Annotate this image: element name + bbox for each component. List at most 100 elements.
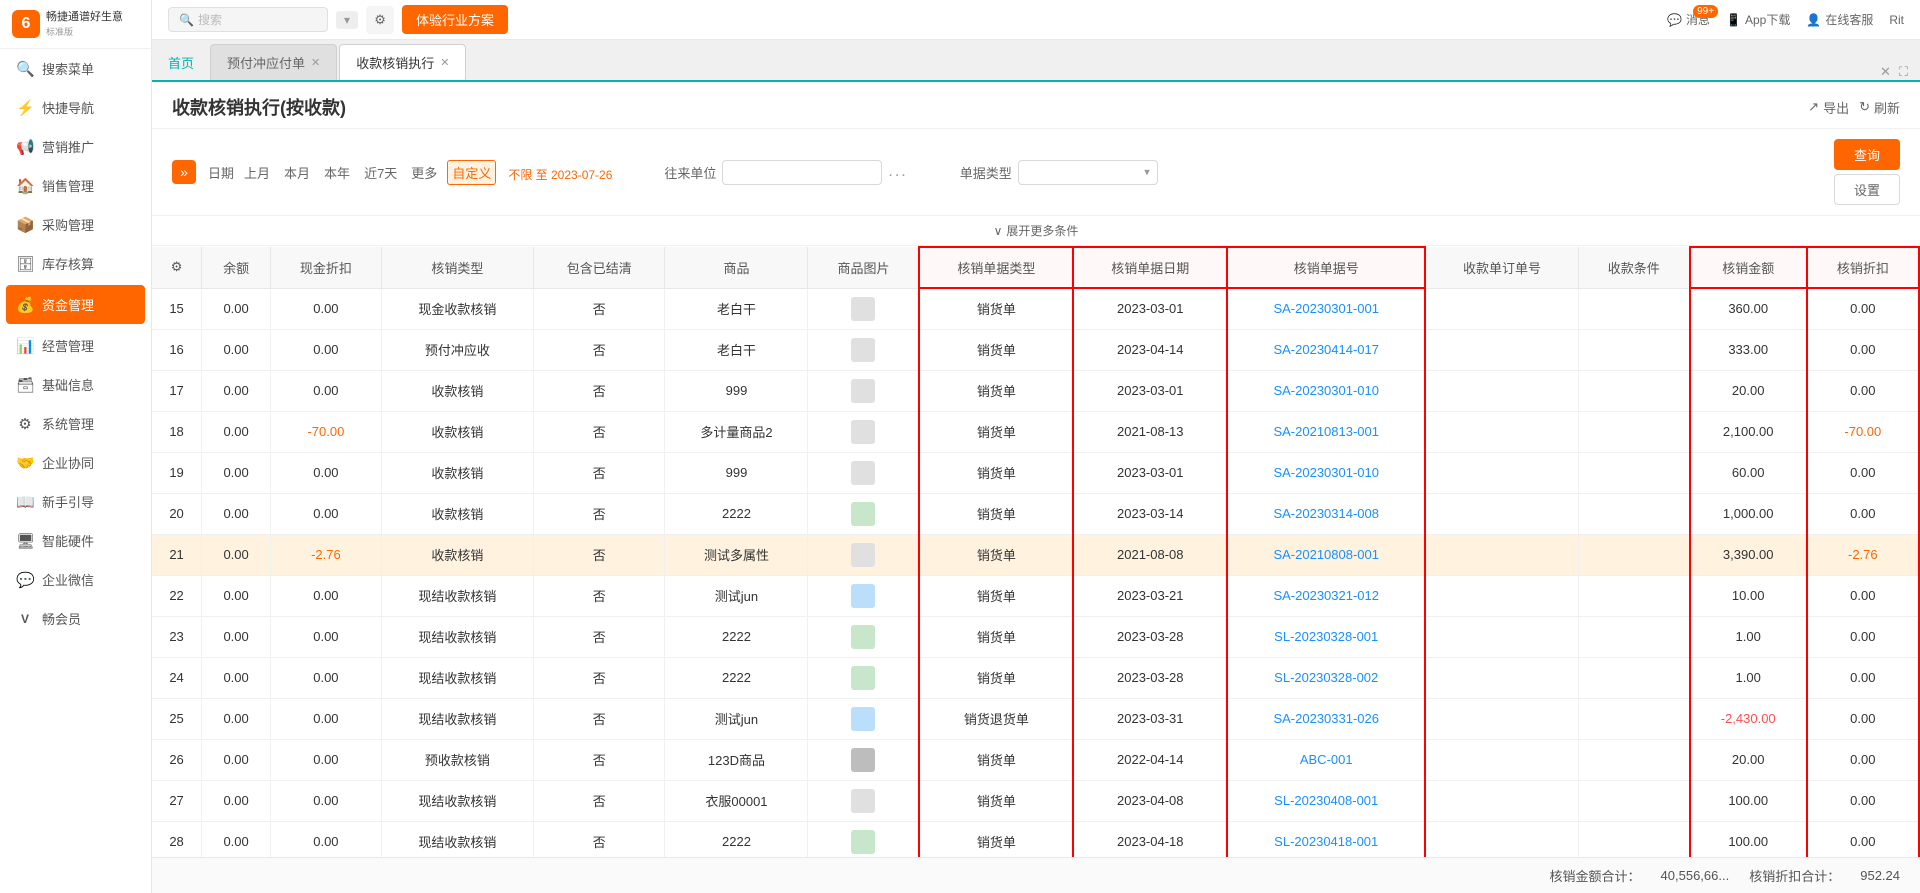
row-write-off-doc-no[interactable]: SL-20230418-001: [1227, 821, 1425, 857]
row-id: 17: [152, 370, 202, 411]
sidebar-item-label: 营销推广: [42, 137, 94, 156]
date-custom[interactable]: 自定义: [447, 160, 496, 185]
row-receipt-order-no: [1425, 575, 1578, 616]
query-button[interactable]: 查询: [1834, 139, 1900, 170]
tab-prepaid-close-icon[interactable]: ✕: [311, 56, 320, 69]
row-write-off-type: 现结收款核销: [381, 657, 533, 698]
row-product-image: [808, 411, 919, 452]
row-write-off-type: 收款核销: [381, 370, 533, 411]
export-button[interactable]: ↗ 导出: [1808, 98, 1849, 117]
sidebar-item-member[interactable]: V 畅会员: [0, 599, 151, 638]
row-balance: 0.00: [202, 452, 271, 493]
row-write-off-doc-no[interactable]: SL-20230328-002: [1227, 657, 1425, 698]
sidebar-item-marketing[interactable]: 📢 营销推广: [0, 127, 151, 166]
row-write-off-doc-no[interactable]: SA-20210808-001: [1227, 534, 1425, 575]
sidebar-item-quicknav[interactable]: ⚡ 快捷导航: [0, 88, 151, 127]
quicknav-icon: ⚡: [16, 99, 34, 117]
sidebar-item-guide[interactable]: 📖 新手引导: [0, 482, 151, 521]
row-write-off-doc-no[interactable]: SA-20230301-001: [1227, 288, 1425, 329]
topbar-dropdown[interactable]: ▾: [336, 11, 358, 29]
app-download-button[interactable]: 📱 App下载: [1726, 11, 1790, 28]
row-receipt-order-no: [1425, 493, 1578, 534]
row-write-off-doc-no[interactable]: SL-20230408-001: [1227, 780, 1425, 821]
row-receipt-condition: [1578, 821, 1689, 857]
row-write-off-type: 现金收款核销: [381, 288, 533, 329]
row-include-settled: 否: [534, 534, 665, 575]
row-write-off-discount: -70.00: [1807, 411, 1919, 452]
service-icon: 👤: [1806, 13, 1821, 27]
row-receipt-order-no: [1425, 616, 1578, 657]
row-cash-discount: 0.00: [271, 575, 382, 616]
date-filter-label: 日期: [208, 163, 234, 182]
sidebar-item-hardware[interactable]: 🖥 智能硬件: [0, 521, 151, 560]
user-name[interactable]: Rit: [1889, 13, 1904, 27]
date-this-month[interactable]: 本月: [280, 161, 314, 184]
tab-prepaid[interactable]: 预付冲应付单 ✕: [210, 44, 337, 80]
row-balance: 0.00: [202, 534, 271, 575]
row-balance: 0.00: [202, 575, 271, 616]
date-7days[interactable]: 近7天: [360, 161, 401, 184]
topbar-gear-icon[interactable]: ⚙: [366, 6, 394, 34]
bizmgr-icon: 📊: [16, 337, 34, 355]
tab-collection[interactable]: 收款核销执行 ✕: [339, 44, 466, 80]
date-this-year[interactable]: 本年: [320, 161, 354, 184]
partner-input[interactable]: [722, 160, 882, 185]
maximize-window-icon[interactable]: ⛶: [1899, 64, 1908, 80]
logo-name: 畅捷通谱好生意: [46, 10, 123, 24]
row-write-off-type: 现结收款核销: [381, 780, 533, 821]
window-controls: ✕ ⛶: [1868, 64, 1920, 80]
industry-solution-button[interactable]: 体验行业方案: [402, 5, 508, 34]
tab-home[interactable]: 首页: [152, 45, 210, 80]
row-write-off-doc-no[interactable]: SA-20230314-008: [1227, 493, 1425, 534]
sidebar-item-system[interactable]: ⚙ 系统管理: [0, 404, 151, 443]
row-receipt-condition: [1578, 288, 1689, 329]
sidebar-item-wechat[interactable]: 💬 企业微信: [0, 560, 151, 599]
row-write-off-doc-no[interactable]: SA-20230321-012: [1227, 575, 1425, 616]
filter-expand-button[interactable]: »: [172, 160, 196, 184]
row-write-off-doc-no[interactable]: ABC-001: [1227, 739, 1425, 780]
sidebar-item-enterprise[interactable]: 🤝 企业协同: [0, 443, 151, 482]
sidebar-item-purchase[interactable]: 📦 采购管理: [0, 205, 151, 244]
date-last-month[interactable]: 上月: [240, 161, 274, 184]
main-area: 🔍 搜索 ▾ ⚙ 体验行业方案 💬 消息 99+ 📱 App下载 👤 在线客服: [152, 0, 1920, 893]
notification-button[interactable]: 💬 消息 99+: [1667, 11, 1710, 28]
sidebar-item-bizmgr[interactable]: 📊 经营管理: [0, 326, 151, 365]
row-write-off-doc-date: 2023-04-08: [1073, 780, 1227, 821]
row-receipt-condition: [1578, 657, 1689, 698]
close-window-icon[interactable]: ✕: [1880, 64, 1891, 80]
data-table-container[interactable]: ⚙ 余额 现金折扣 核销类型 包含已结清 商品 商品图片 核销单据类型 核销单据…: [152, 246, 1920, 857]
sidebar-item-sales[interactable]: 🏠 销售管理: [0, 166, 151, 205]
date-more[interactable]: 更多: [407, 161, 441, 184]
type-filter-group: 单据类型: [960, 160, 1158, 185]
row-id: 25: [152, 698, 202, 739]
type-label: 单据类型: [960, 163, 1012, 182]
row-product: 衣服00001: [665, 780, 808, 821]
expand-more-button[interactable]: ∨ 展开更多条件: [994, 222, 1079, 239]
table-row: 19 0.00 0.00 收款核销 否 999 销货单 2023-03-01 S…: [152, 452, 1919, 493]
row-write-off-doc-no[interactable]: SA-20210813-001: [1227, 411, 1425, 452]
topbar-search-box[interactable]: 🔍 搜索: [168, 7, 328, 32]
row-cash-discount: 0.00: [271, 657, 382, 698]
row-write-off-doc-no[interactable]: SL-20230328-001: [1227, 616, 1425, 657]
tab-collection-close-icon[interactable]: ✕: [440, 56, 449, 69]
table-row: 22 0.00 0.00 现结收款核销 否 测试jun 销货单 2023-03-…: [152, 575, 1919, 616]
row-id: 21: [152, 534, 202, 575]
refresh-button[interactable]: ↻ 刷新: [1859, 98, 1900, 117]
col-settings[interactable]: ⚙: [152, 247, 202, 288]
row-balance: 0.00: [202, 739, 271, 780]
row-write-off-doc-no[interactable]: SA-20230301-010: [1227, 370, 1425, 411]
row-write-off-doc-no[interactable]: SA-20230301-010: [1227, 452, 1425, 493]
online-service-button[interactable]: 👤 在线客服: [1806, 11, 1873, 28]
refresh-label: 刷新: [1874, 98, 1900, 117]
sidebar-item-label: 基础信息: [42, 375, 94, 394]
sidebar-item-inventory[interactable]: 🗄 库存核算: [0, 244, 151, 283]
row-product-image: [808, 493, 919, 534]
online-service-label: 在线客服: [1825, 11, 1873, 28]
type-select[interactable]: [1018, 160, 1158, 185]
row-write-off-doc-no[interactable]: SA-20230331-026: [1227, 698, 1425, 739]
sidebar-item-search[interactable]: 🔍 搜索菜单: [0, 49, 151, 88]
sidebar-item-finance[interactable]: 💰 资金管理: [6, 285, 145, 324]
settings-button[interactable]: 设置: [1834, 174, 1900, 205]
sidebar-item-basic[interactable]: 🗃 基础信息: [0, 365, 151, 404]
row-write-off-doc-no[interactable]: SA-20230414-017: [1227, 329, 1425, 370]
